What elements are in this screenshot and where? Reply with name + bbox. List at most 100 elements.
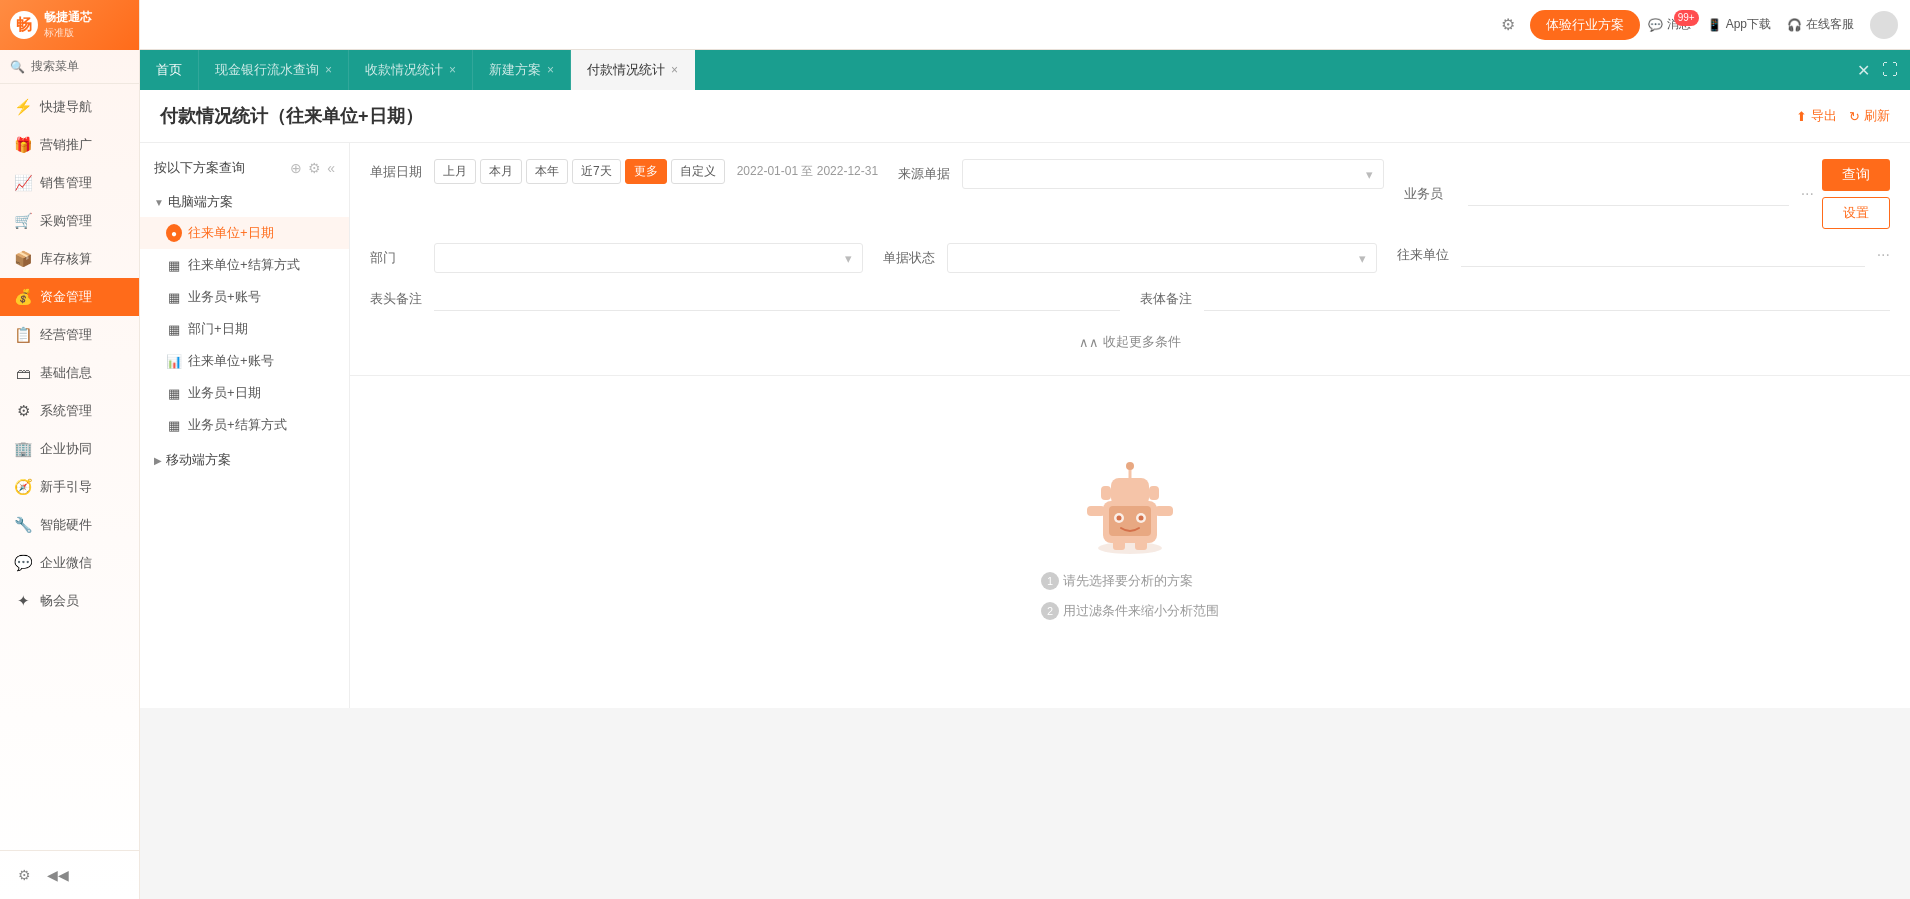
tab-new-plan[interactable]: 新建方案 × [473,50,571,90]
trial-industry-btn[interactable]: 体验行业方案 [1530,10,1640,40]
nav-quick-nav-label: 快捷导航 [40,98,92,116]
scheme-collapse-btn[interactable]: « [327,160,335,176]
desktop-group-label: 电脑端方案 [168,193,233,211]
header-remark-field: 表头备注 [370,287,1120,311]
tip-text-2: 用过滤条件来缩小分析范围 [1063,598,1219,624]
topbar-settings-btn[interactable]: ⚙ [1494,11,1522,39]
partner-dots-btn[interactable]: ··· [1877,246,1890,264]
tab-payment-stats[interactable]: 付款情况统计 × [571,50,695,90]
scheme-item-partner-settle[interactable]: ▦ 往来单位+结算方式 [140,249,349,281]
partner-input[interactable] [1461,243,1865,267]
nav-finance-label: 资金管理 [40,288,92,306]
app-download-btn[interactable]: 📱 App下载 [1707,16,1771,33]
scheme-partner-account-label: 往来单位+账号 [188,352,274,370]
nav-system[interactable]: ⚙ 系统管理 [0,392,139,430]
desktop-group-arrow: ▼ [154,197,164,208]
svg-rect-7 [1111,478,1149,506]
user-avatar[interactable] [1870,11,1898,39]
nav-basic-info-label: 基础信息 [40,364,92,382]
active-dot: ● [166,224,182,242]
topbar-right: 💬 消息 99+ 📱 App下载 🎧 在线客服 [1648,11,1898,39]
scheme-add-btn[interactable]: ⊕ [290,160,302,176]
tip-num-1: 1 [1041,572,1059,590]
dept-select[interactable]: ▾ [434,243,863,273]
header-remark-input[interactable] [434,287,1120,311]
scheme-item-salesman-account[interactable]: ▦ 业务员+账号 [140,281,349,313]
partner-label: 往来单位 [1397,246,1453,264]
source-bill-arrow: ▾ [1366,167,1373,182]
tab-receipt-stats-close[interactable]: × [449,63,456,77]
nav-basic-info[interactable]: 🗃 基础信息 [0,354,139,392]
bill-status-label: 单据状态 [883,249,939,267]
salesman-input[interactable] [1468,182,1789,206]
scheme-item-salesman-date[interactable]: ▦ 业务员+日期 [140,377,349,409]
partner-field: 往来单位 ··· [1397,243,1890,267]
bill-status-select[interactable]: ▾ [947,243,1376,273]
tab-home[interactable]: 首页 [140,50,199,90]
nav-marketing[interactable]: 🎁 营销推广 [0,126,139,164]
nav-finance[interactable]: 💰 资金管理 [0,278,139,316]
tab-fullscreen-btn[interactable]: ⛶ [1878,57,1902,83]
nav-system-label: 系统管理 [40,402,92,420]
enterprise-icon: 🏢 [14,440,32,458]
logo-text-area: 畅捷通芯 标准版 [44,10,92,40]
scheme-item-dept-date[interactable]: ▦ 部门+日期 [140,313,349,345]
sidebar-collapse-btn[interactable]: ◀◀ [44,861,72,889]
scheme-mobile-group: ▶ 移动端方案 [140,443,349,477]
date-btn-this-month[interactable]: 本月 [480,159,522,184]
scheme-header-icons: ⊕ ⚙ « [290,160,335,176]
nav-inventory[interactable]: 📦 库存核算 [0,240,139,278]
tab-new-plan-close[interactable]: × [547,63,554,77]
app-download-icon: 📱 [1707,18,1722,32]
scheme-desktop-group-header[interactable]: ▼ 电脑端方案 [140,187,349,217]
scheme-mobile-group-header[interactable]: ▶ 移动端方案 [140,445,349,475]
tab-bank-flow[interactable]: 现金银行流水查询 × [199,50,349,90]
nav-operations[interactable]: 📋 经营管理 [0,316,139,354]
nav-inventory-label: 库存核算 [40,250,92,268]
scheme-item-salesman-settle[interactable]: ▦ 业务员+结算方式 [140,409,349,441]
tab-receipt-stats[interactable]: 收款情况统计 × [349,50,473,90]
date-btn-this-year[interactable]: 本年 [526,159,568,184]
condition-row-2: 部门 ▾ 单据状态 ▾ [370,243,1890,273]
tab-payment-stats-close[interactable]: × [671,63,678,77]
nav-wechat[interactable]: 💬 企业微信 [0,544,139,582]
body-remark-input[interactable] [1204,287,1890,311]
nav-purchase[interactable]: 🛒 采购管理 [0,202,139,240]
export-btn[interactable]: ⬆ 导出 [1796,107,1837,125]
nav-enterprise[interactable]: 🏢 企业协同 [0,430,139,468]
scheme-settings-btn[interactable]: ⚙ [308,160,321,176]
page-content: 付款情况统计（往来单位+日期） ⬆ 导出 ↻ 刷新 按以下方案查询 ⊕ [140,90,1910,899]
refresh-label: 刷新 [1864,107,1890,125]
svg-rect-8 [1101,486,1111,500]
source-bill-select[interactable]: ▾ [962,159,1384,189]
tab-close-all-btn[interactable]: ✕ [1853,57,1874,84]
sidebar-search[interactable]: 🔍 搜索菜单 [0,50,139,84]
nav-membership[interactable]: ✦ 畅会员 [0,582,139,620]
tab-bank-flow-close[interactable]: × [325,63,332,77]
nav-beginner[interactable]: 🧭 新手引导 [0,468,139,506]
online-service-btn[interactable]: 🎧 在线客服 [1787,16,1854,33]
scheme-partner-date-label: 往来单位+日期 [188,224,274,242]
date-btn-custom[interactable]: 自定义 [671,159,725,184]
svg-point-6 [1139,516,1144,521]
svg-rect-9 [1149,486,1159,500]
date-btn-last-month[interactable]: 上月 [434,159,476,184]
messages-btn[interactable]: 💬 消息 99+ [1648,16,1691,33]
date-btn-7days[interactable]: 近7天 [572,159,621,184]
scheme-item-partner-account[interactable]: 📊 往来单位+账号 [140,345,349,377]
dept-field: 部门 ▾ [370,243,863,273]
query-btn[interactable]: 查询 [1822,159,1890,191]
date-btn-more[interactable]: 更多 [625,159,667,184]
nav-quick-nav[interactable]: ⚡ 快捷导航 [0,88,139,126]
salesman-dots-btn[interactable]: ··· [1801,185,1814,203]
nav-sales[interactable]: 📈 销售管理 [0,164,139,202]
condition-row-1: 单据日期 上月 本月 本年 近7天 更多 自定义 2022-01-01 至 20… [370,159,1890,229]
refresh-btn[interactable]: ↻ 刷新 [1849,107,1890,125]
scheme-item-partner-date[interactable]: ● 往来单位+日期 [140,217,349,249]
purchase-icon: 🛒 [14,212,32,230]
sidebar-logo: 畅 畅捷通芯 标准版 [0,0,139,50]
nav-smart-hw[interactable]: 🔧 智能硬件 [0,506,139,544]
settings-btn[interactable]: 设置 [1822,197,1890,229]
sidebar-settings-btn[interactable]: ⚙ [10,861,38,889]
collapse-conditions-btn[interactable]: ∧∧ 收起更多条件 [370,325,1890,359]
